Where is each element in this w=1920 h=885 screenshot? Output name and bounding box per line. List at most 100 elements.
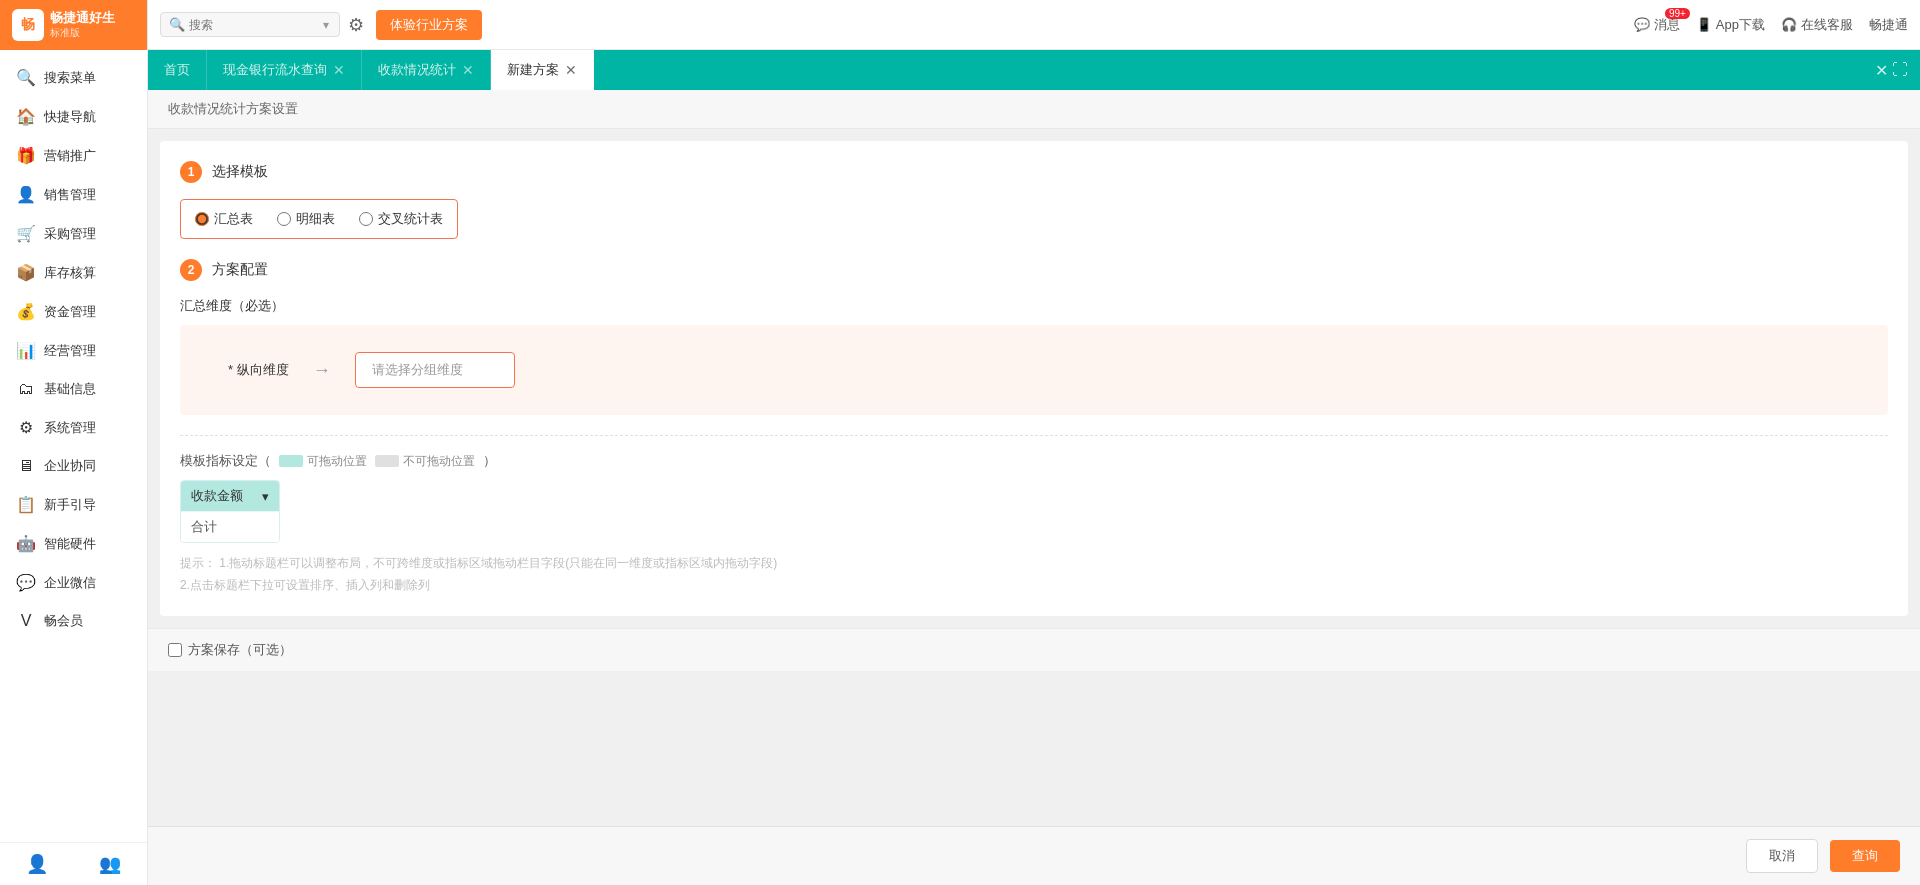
section-divider xyxy=(180,435,1888,436)
sidebar-item-label-quick-nav: 快捷导航 xyxy=(44,108,96,126)
finance-icon: 💰 xyxy=(16,302,36,321)
radio-cross-input[interactable] xyxy=(359,212,373,226)
sidebar-item-quick-nav[interactable]: 🏠 快捷导航 xyxy=(0,97,147,136)
corp-collab-icon: 🖥 xyxy=(16,457,36,475)
search-icon: 🔍 xyxy=(169,17,185,32)
user-menu[interactable]: 畅捷通 xyxy=(1869,16,1908,34)
sidebar-item-basic-info[interactable]: 🗂基础信息 xyxy=(0,370,147,408)
online-service-icon: 🎧 xyxy=(1781,17,1797,32)
newbie-icon: 📋 xyxy=(16,495,36,514)
sidebar-item-business[interactable]: 📊经营管理 xyxy=(0,331,147,370)
tab-close-bank-flow[interactable]: ✕ xyxy=(333,62,345,78)
close-window-icon[interactable]: ✕ xyxy=(1875,61,1888,80)
quick-nav-icon: 🏠 xyxy=(16,107,36,126)
tip-2: 2.点击标题栏下拉可设置排序、插入列和删除列 xyxy=(180,575,1888,597)
sidebar-item-corp-collab[interactable]: 🖥 企业协同 xyxy=(0,447,147,485)
app-download-icon: 📱 xyxy=(1696,17,1712,32)
sidebar-item-label-vip: 畅会员 xyxy=(44,612,83,630)
sidebar-item-label-system: 系统管理 xyxy=(44,419,96,437)
topbar-search-wrap: 🔍 ▾ xyxy=(160,12,340,37)
radio-summary-input[interactable] xyxy=(195,212,209,226)
sidebar-item-corp-wechat[interactable]: 💬企业微信 xyxy=(0,563,147,602)
footer: 取消 查询 xyxy=(148,826,1920,885)
sidebar-logo: 畅 畅捷通好生 标准版 xyxy=(0,0,147,50)
basic-info-icon: 🗂 xyxy=(16,380,36,398)
tab-home[interactable]: 首页 xyxy=(148,50,207,90)
page-title: 收款情况统计方案设置 xyxy=(168,101,298,116)
page-title-bar: 收款情况统计方案设置 xyxy=(148,90,1920,129)
dropdown-arrow-icon[interactable]: ▾ xyxy=(323,18,329,32)
sidebar-item-sales[interactable]: 👤销售管理 xyxy=(0,175,147,214)
sidebar-item-marketing[interactable]: 🎁营销推广 xyxy=(0,136,147,175)
radio-summary[interactable]: 汇总表 xyxy=(195,210,253,228)
chevron-down-icon[interactable]: ▾ xyxy=(262,489,269,504)
cancel-button[interactable]: 取消 xyxy=(1746,839,1818,873)
sidebar-item-search-menu[interactable]: 🔍搜索菜单 xyxy=(0,58,147,97)
notification-icon: 💬 xyxy=(1634,17,1650,32)
tips-area: 提示： 1.拖动标题栏可以调整布局，不可跨维度或指标区域拖动栏目字段(只能在同一… xyxy=(180,553,1888,596)
tab-bank-flow[interactable]: 现金银行流水查询 ✕ xyxy=(207,50,362,90)
draggable-label: 可拖动位置 xyxy=(307,453,367,470)
trial-button[interactable]: 体验行业方案 xyxy=(376,10,482,40)
topbar-right: 💬 消息 99+ 📱 App下载 🎧 在线客服 畅捷通 xyxy=(1634,16,1908,34)
tabbar: 首页 现金银行流水查询 ✕ 收款情况统计 ✕ 新建方案 ✕ ✕ ⛶ xyxy=(148,50,1920,90)
topbar: 🔍 ▾ ⚙ 体验行业方案 💬 消息 99+ 📱 App下载 🎧 在线客服 畅捷通 xyxy=(148,0,1920,50)
radio-detail[interactable]: 明细表 xyxy=(277,210,335,228)
query-button[interactable]: 查询 xyxy=(1830,840,1900,872)
dimension-area: * 纵向维度 → 请选择分组维度 xyxy=(180,325,1888,415)
radio-cross[interactable]: 交叉统计表 xyxy=(359,210,443,228)
sidebar-item-smart-hw[interactable]: 🤖智能硬件 xyxy=(0,524,147,563)
sidebar-item-purchase[interactable]: 🛒 采购管理 xyxy=(0,214,147,253)
sidebar-item-label-newbie: 新手引导 xyxy=(44,496,96,514)
tip-1: 提示： 1.拖动标题栏可以调整布局，不可跨维度或指标区域拖动栏目字段(只能在同一… xyxy=(180,553,1888,575)
dimension-section: 汇总维度（必选） * 纵向维度 → 请选择分组维度 xyxy=(180,297,1888,415)
tab-close-new-plan[interactable]: ✕ xyxy=(565,62,577,78)
sidebar-item-label-purchase: 采购管理 xyxy=(44,225,96,243)
tab-receipt-stats[interactable]: 收款情况统计 ✕ xyxy=(362,50,491,90)
gear-icon[interactable]: ⚙ xyxy=(348,14,364,36)
sidebar-item-finance[interactable]: 💰 资金管理 xyxy=(0,292,147,331)
metric-group-receipt: 收款金额 ▾ 合计 xyxy=(180,480,280,543)
save-option-label: 方案保存（可选） xyxy=(188,641,292,659)
step2-badge: 2 xyxy=(180,259,202,281)
sidebar-bottom-user2[interactable]: 👥 xyxy=(99,853,121,875)
step1-header: 1 选择模板 xyxy=(180,161,1888,183)
sidebar-item-label-inventory: 库存核算 xyxy=(44,264,96,282)
metric-group-header[interactable]: 收款金额 ▾ xyxy=(181,481,279,511)
topbar-search-input[interactable] xyxy=(189,18,319,32)
metrics-setting: 模板指标设定（ 可拖动位置 不可拖动位置 ） 收款金额 xyxy=(180,452,1888,543)
smart-hw-icon: 🤖 xyxy=(16,534,36,553)
purchase-icon: 🛒 xyxy=(16,224,36,243)
app-download-button[interactable]: 📱 App下载 xyxy=(1696,16,1765,34)
sidebar-item-label-corp-collab: 企业协同 xyxy=(44,457,96,475)
sidebar-item-system[interactable]: ⚙系统管理 xyxy=(0,408,147,447)
metrics-title-text: 模板指标设定（ xyxy=(180,452,271,470)
metric-group-rows: 合计 xyxy=(181,511,279,542)
business-icon: 📊 xyxy=(16,341,36,360)
step1-label: 选择模板 xyxy=(212,163,268,181)
sidebar-item-newbie[interactable]: 📋 新手引导 xyxy=(0,485,147,524)
tab-new-plan[interactable]: 新建方案 ✕ xyxy=(491,50,594,90)
sidebar: 畅 畅捷通好生 标准版 🔍搜索菜单 🏠 快捷导航 🎁营销推广👤销售管理 🛒 采购管理 📦库存… xyxy=(0,0,148,885)
online-service-button[interactable]: 🎧 在线客服 xyxy=(1781,16,1853,34)
draggable-legend-dot xyxy=(279,455,303,467)
metric-row-total[interactable]: 合计 xyxy=(181,511,279,542)
step2-header: 2 方案配置 xyxy=(180,259,1888,281)
dim-selector[interactable]: 请选择分组维度 xyxy=(355,352,515,388)
save-checkbox[interactable] xyxy=(168,643,182,657)
main-area: 🔍 ▾ ⚙ 体验行业方案 💬 消息 99+ 📱 App下载 🎧 在线客服 畅捷通 xyxy=(148,0,1920,885)
search-menu-icon: 🔍 xyxy=(16,68,36,87)
step1-badge: 1 xyxy=(180,161,202,183)
notification-badge: 99+ xyxy=(1665,8,1690,19)
sidebar-bottom-user1[interactable]: 👤 xyxy=(26,853,48,875)
sidebar-item-label-finance: 资金管理 xyxy=(44,303,96,321)
radio-detail-input[interactable] xyxy=(277,212,291,226)
sidebar-item-label-corp-wechat: 企业微信 xyxy=(44,574,96,592)
sidebar-item-vip[interactable]: V畅会员 xyxy=(0,602,147,640)
maximize-window-icon[interactable]: ⛶ xyxy=(1892,61,1908,79)
notification-button[interactable]: 💬 消息 99+ xyxy=(1634,16,1680,34)
fixed-label: 不可拖动位置 xyxy=(403,453,475,470)
sidebar-item-inventory[interactable]: 📦库存核算 xyxy=(0,253,147,292)
dimension-section-title: 汇总维度（必选） xyxy=(180,297,1888,315)
tab-close-receipt-stats[interactable]: ✕ xyxy=(462,62,474,78)
